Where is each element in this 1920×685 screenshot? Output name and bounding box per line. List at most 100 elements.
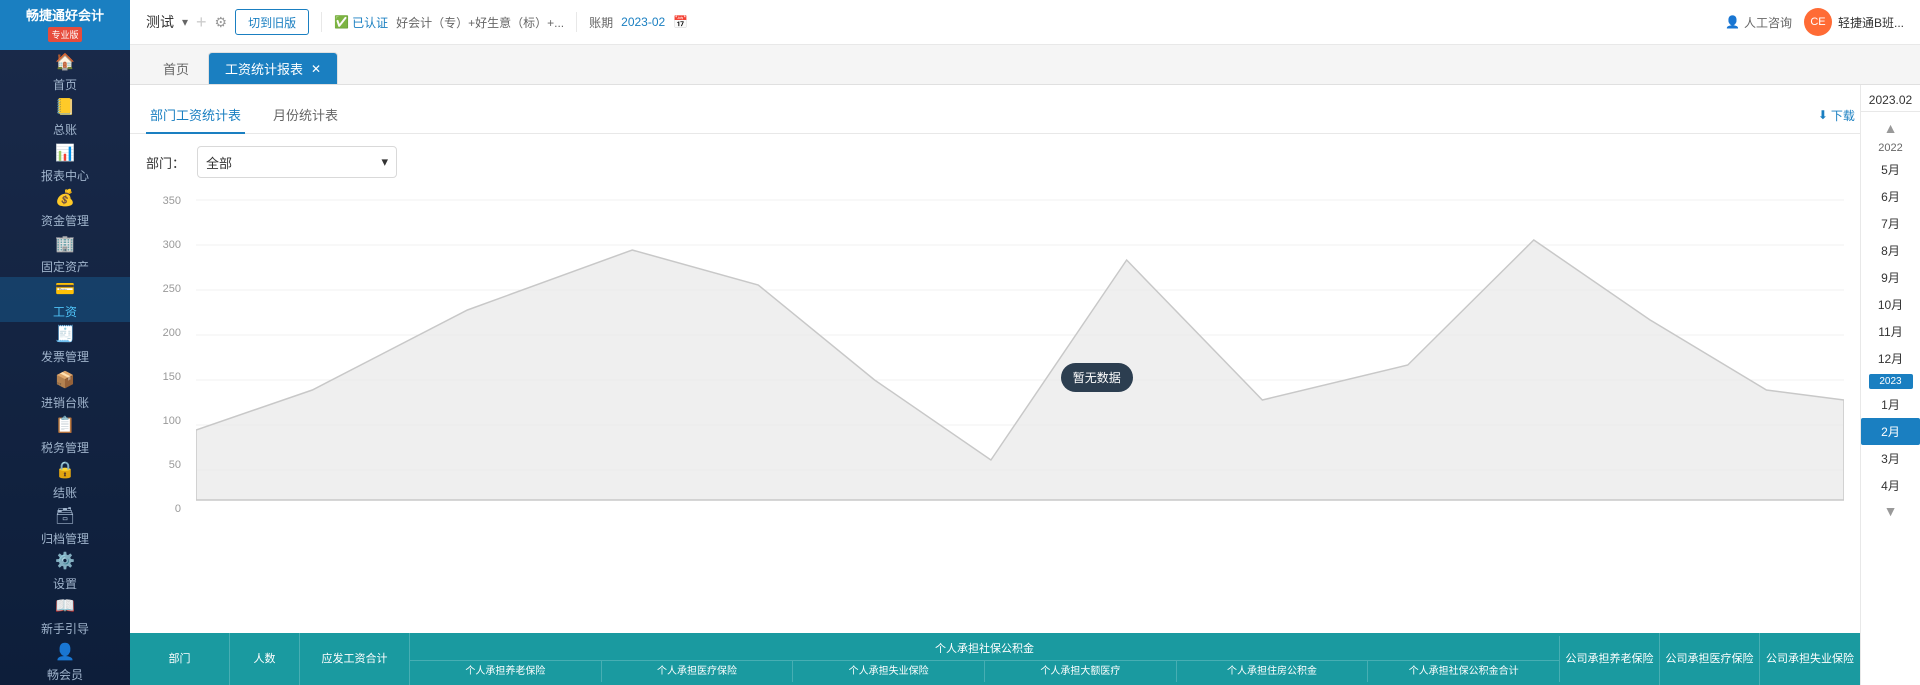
y-label-0: 0 xyxy=(146,503,181,515)
consult-icon: 👤 xyxy=(1725,15,1740,29)
date-month-11[interactable]: 11月 xyxy=(1861,318,1920,345)
logo-badge: 专业版 xyxy=(48,27,81,42)
y-axis: 350 300 250 200 150 100 50 0 xyxy=(146,190,181,520)
reports-icon: 📊 xyxy=(55,143,75,163)
switch-old-btn[interactable]: 切到旧版 xyxy=(235,9,309,35)
tab-salary-report[interactable]: 工资统计报表 ✕ xyxy=(208,52,338,84)
sidebar-label-archive: 归档管理 xyxy=(41,530,89,547)
date-month-12[interactable]: 12月 xyxy=(1861,345,1920,372)
date-month-10[interactable]: 10月 xyxy=(1861,291,1920,318)
ledger-icon: 📒 xyxy=(55,97,75,117)
sidebar-label-closing: 结账 xyxy=(53,484,77,501)
col-company-medical: 公司承担医疗保险 xyxy=(1660,633,1760,685)
col-personal-total: 个人承担社保公积金合计 xyxy=(1368,661,1559,682)
sidebar-item-invoice[interactable]: 🧾 发票管理 xyxy=(0,322,130,367)
sidebar-label-home: 首页 xyxy=(53,76,77,93)
sidebar-item-assets[interactable]: 🏢 固定资产 xyxy=(0,231,130,276)
tab-home[interactable]: 首页 xyxy=(146,52,206,84)
tab-close-btn[interactable]: ✕ xyxy=(311,62,321,76)
date-month-1[interactable]: 1月 xyxy=(1861,391,1920,418)
download-btn[interactable]: ⬇ 下载 xyxy=(1818,107,1855,124)
filter-row: 部门： 全部 ▾ xyxy=(130,134,1920,190)
add-button[interactable]: + xyxy=(196,12,207,33)
date-month-3[interactable]: 3月 xyxy=(1861,445,1920,472)
sidebar-label-assets: 固定资产 xyxy=(41,258,89,275)
date-display: 2023.02 xyxy=(1861,89,1920,112)
chart-container: 350 300 250 200 150 100 50 0 暂无数据 xyxy=(130,190,1920,550)
main-content: 部门工资统计表 月份统计表 ⬇ 下载 ↻ 刷新 部门： 全部 ▾ 350 300 xyxy=(130,85,1920,685)
sub-tab-dept[interactable]: 部门工资统计表 xyxy=(146,97,245,134)
y-label-200: 200 xyxy=(146,327,181,339)
period-label: 账期 xyxy=(589,14,613,31)
date-month-7[interactable]: 7月 xyxy=(1861,210,1920,237)
guide-icon: 📖 xyxy=(55,596,75,616)
sub-tab-monthly[interactable]: 月份统计表 xyxy=(269,97,342,134)
group-personal-social: 个人承担社保公积金 个人承担养老保险 个人承担医疗保险 个人承担失业保险 个人承… xyxy=(410,636,1560,682)
sub-tab-bar: 部门工资统计表 月份统计表 ⬇ 下载 ↻ 刷新 xyxy=(130,85,1920,134)
dept-select[interactable]: 全部 ▾ xyxy=(197,146,397,178)
sidebar-item-archive[interactable]: 🗃 归档管理 xyxy=(0,503,130,548)
sidebar-label-guide: 新手引导 xyxy=(41,620,89,637)
tooltip-text: 暂无数据 xyxy=(1073,371,1121,385)
avatar: CE xyxy=(1804,8,1832,36)
col-dept: 部门 xyxy=(130,633,230,685)
sidebar-item-funds[interactable]: 💰 资金管理 xyxy=(0,186,130,231)
date-month-9[interactable]: 9月 xyxy=(1861,264,1920,291)
date-month-8[interactable]: 8月 xyxy=(1861,237,1920,264)
y-label-100: 100 xyxy=(146,415,181,427)
group-body: 个人承担养老保险 个人承担医疗保险 个人承担失业保险 个人承担大额医疗 个人承担… xyxy=(410,661,1559,682)
home-icon: 🏠 xyxy=(55,52,75,72)
col-personal-pension: 个人承担养老保险 xyxy=(410,661,602,682)
date-month-6[interactable]: 6月 xyxy=(1861,183,1920,210)
date-nav-down[interactable]: ▼ xyxy=(1880,499,1902,523)
header-dropdown[interactable]: ▾ xyxy=(182,15,188,29)
date-month-5[interactable]: 5月 xyxy=(1861,156,1920,183)
separator-2 xyxy=(576,12,577,32)
sidebar-item-ledger[interactable]: 📒 总账 xyxy=(0,95,130,140)
member-icon: 👤 xyxy=(55,642,75,662)
app-logo: 畅捷通好会计 专业版 xyxy=(0,0,130,50)
separator-1 xyxy=(321,12,322,32)
sidebar-item-reports[interactable]: 📊 报表中心 xyxy=(0,141,130,186)
header-right: 👤 人工咨询 CE 轻捷通B班... xyxy=(1725,8,1904,36)
sidebar-item-closing[interactable]: 🔒 结账 xyxy=(0,458,130,503)
certified-tag: ✅ 已认证 xyxy=(334,14,388,31)
sidebar-item-tax[interactable]: 📋 税务管理 xyxy=(0,413,130,458)
year-2023-badge[interactable]: 2023 xyxy=(1869,374,1913,389)
group-header: 个人承担社保公积金 xyxy=(410,636,1559,661)
tab-salary-report-label: 工资统计报表 xyxy=(225,59,303,78)
date-month-4[interactable]: 4月 xyxy=(1861,472,1920,499)
settings-icon: ⚙️ xyxy=(55,551,75,571)
prev-year-label: 2022 xyxy=(1876,140,1904,156)
sidebar-label-invoice: 发票管理 xyxy=(41,348,89,365)
col-company-pension: 公司承担养老保险 xyxy=(1560,633,1660,685)
y-label-150: 150 xyxy=(146,371,181,383)
col-count: 人数 xyxy=(230,633,300,685)
sidebar-label-reports: 报表中心 xyxy=(41,167,89,184)
tab-bar: 首页 工资统计报表 ✕ xyxy=(130,45,1920,85)
sidebar-label-inventory: 进销台账 xyxy=(41,394,89,411)
sidebar-item-salary[interactable]: 💳 工资 xyxy=(0,277,130,322)
user-name: 轻捷通B班... xyxy=(1838,14,1904,31)
consult-btn[interactable]: 👤 人工咨询 xyxy=(1725,14,1792,31)
col-personal-unemployment: 个人承担失业保险 xyxy=(793,661,985,682)
date-month-2[interactable]: 2月 xyxy=(1861,418,1920,445)
y-label-250: 250 xyxy=(146,283,181,295)
y-label-300: 300 xyxy=(146,239,181,251)
closing-icon: 🔒 xyxy=(55,460,75,480)
sidebar-label-tax: 税务管理 xyxy=(41,439,89,456)
sidebar-item-inventory[interactable]: 📦 进销台账 xyxy=(0,367,130,412)
sidebar-item-home[interactable]: 🏠 首页 xyxy=(0,50,130,95)
gear-button[interactable]: ⚙ xyxy=(215,14,228,31)
tax-icon: 📋 xyxy=(55,415,75,435)
sidebar-item-guide[interactable]: 📖 新手引导 xyxy=(0,594,130,639)
tab-home-label: 首页 xyxy=(163,59,189,78)
date-nav-up[interactable]: ▲ xyxy=(1880,116,1902,140)
user-info[interactable]: CE 轻捷通B班... xyxy=(1804,8,1904,36)
assets-icon: 🏢 xyxy=(55,234,75,254)
sidebar-item-settings[interactable]: ⚙️ 设置 xyxy=(0,549,130,594)
sidebar-item-member[interactable]: 👤 畅会员 xyxy=(0,640,130,685)
salary-icon: 💳 xyxy=(55,279,75,299)
calendar-icon[interactable]: 📅 xyxy=(673,15,688,29)
top-header: 测试 ▾ + ⚙ 切到旧版 ✅ 已认证 好会计（专）+好生意（标）+... 账期… xyxy=(130,0,1920,45)
